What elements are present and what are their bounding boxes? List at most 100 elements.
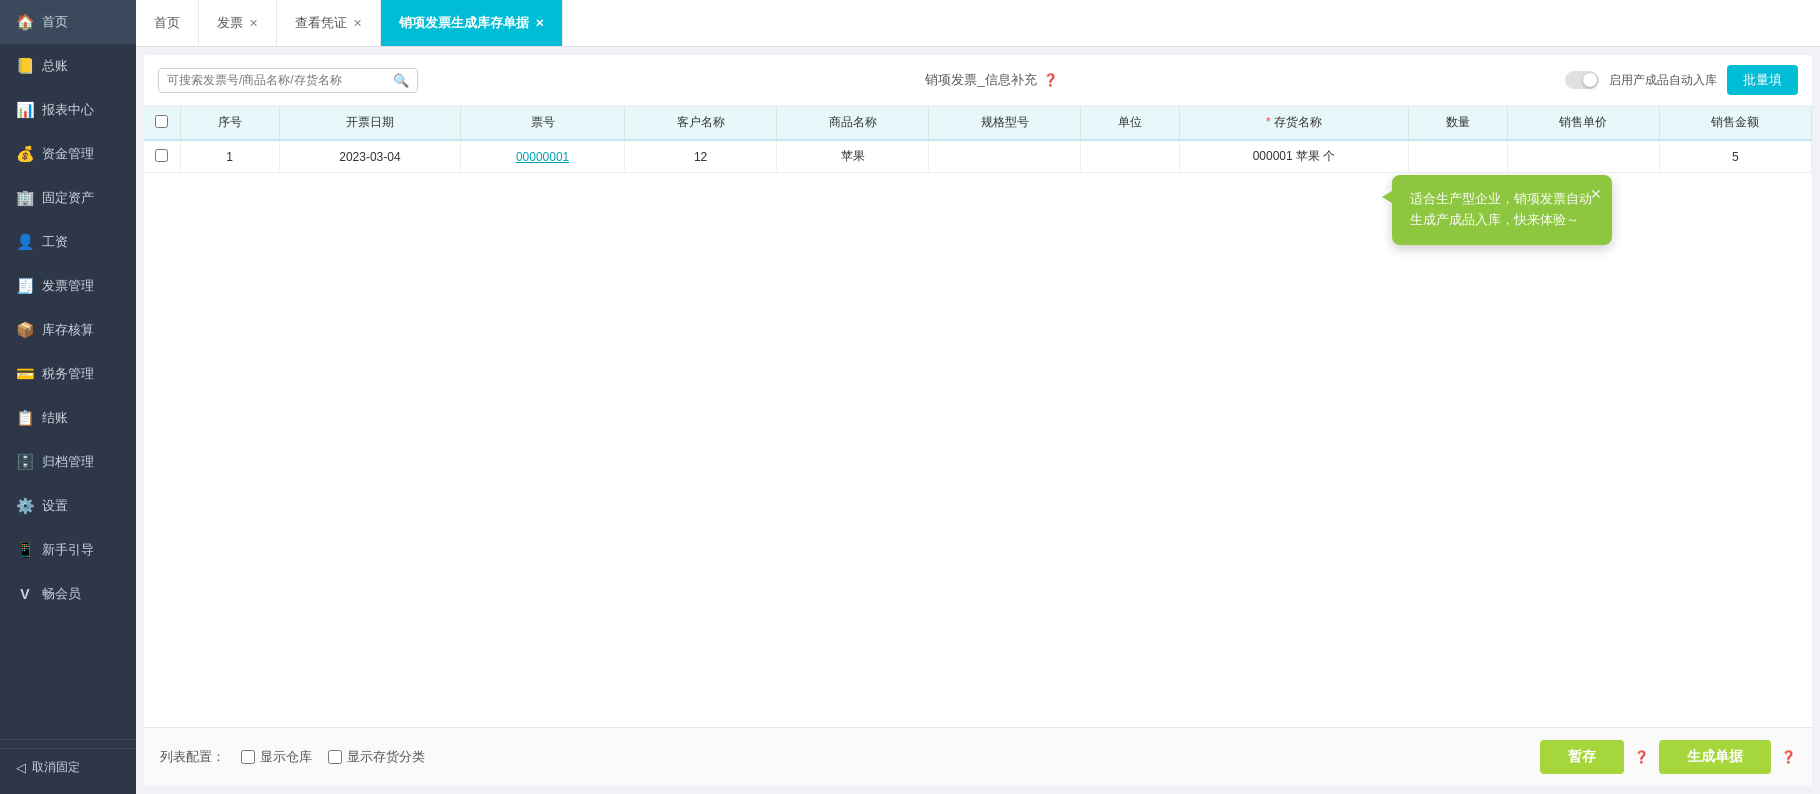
tab-view-voucher[interactable]: 查看凭证 ✕ bbox=[277, 0, 381, 46]
row-unit bbox=[1081, 140, 1180, 173]
sidebar-item-invoice-management[interactable]: 🧾 发票管理 bbox=[0, 264, 136, 308]
show-warehouse-item[interactable]: 显示仓库 bbox=[241, 748, 312, 766]
tab-view-voucher-label: 查看凭证 bbox=[295, 14, 347, 32]
save-help-icon[interactable]: ❓ bbox=[1634, 750, 1649, 764]
bottom-bar: 列表配置： 显示仓库 显示存货分类 暂存 ❓ 生成单据 ❓ bbox=[144, 727, 1812, 786]
report-icon: 📊 bbox=[16, 101, 34, 119]
sidebar-item-label: 资金管理 bbox=[42, 145, 94, 163]
payroll-icon: 👤 bbox=[16, 233, 34, 251]
row-seq: 1 bbox=[180, 140, 279, 173]
row-sales-amount: 5 bbox=[1659, 140, 1811, 173]
header-inventory-name: 存货名称 bbox=[1180, 106, 1409, 140]
archive-icon: 🗄️ bbox=[16, 453, 34, 471]
sidebar-item-new-user-guide[interactable]: 📱 新手引导 bbox=[0, 528, 136, 572]
sidebar-item-label: 工资 bbox=[42, 233, 68, 251]
header-quantity: 数量 bbox=[1408, 106, 1507, 140]
show-inventory-category-item[interactable]: 显示存货分类 bbox=[328, 748, 425, 766]
sidebar-item-fixed-assets[interactable]: 🏢 固定资产 bbox=[0, 176, 136, 220]
sidebar-item-archive-management[interactable]: 🗄️ 归档管理 bbox=[0, 440, 136, 484]
toggle-thumb bbox=[1583, 73, 1597, 87]
header-product-name: 商品名称 bbox=[777, 106, 929, 140]
home-icon: 🏠 bbox=[16, 13, 34, 31]
sidebar-item-label: 固定资产 bbox=[42, 189, 94, 207]
sidebar-item-label: 总账 bbox=[42, 57, 68, 75]
tab-home-label: 首页 bbox=[154, 14, 180, 32]
bottom-buttons: 暂存 ❓ 生成单据 ❓ bbox=[1540, 740, 1796, 774]
show-inventory-category-label: 显示存货分类 bbox=[347, 748, 425, 766]
header-spec-model: 规格型号 bbox=[929, 106, 1081, 140]
guide-icon: 📱 bbox=[16, 541, 34, 559]
search-box[interactable]: 🔍 bbox=[158, 68, 418, 93]
sidebar: 🏠 首页 📒 总账 📊 报表中心 💰 资金管理 🏢 固定资产 👤 工资 🧾 发票… bbox=[0, 0, 136, 794]
sidebar-item-fund-management[interactable]: 💰 资金管理 bbox=[0, 132, 136, 176]
sidebar-item-label: 设置 bbox=[42, 497, 68, 515]
sidebar-item-label: 发票管理 bbox=[42, 277, 94, 295]
toolbar-center: 销项发票_信息补充 ❓ bbox=[428, 71, 1555, 89]
sidebar-item-label: 首页 bbox=[42, 13, 68, 31]
sidebar-item-label: 库存核算 bbox=[42, 321, 94, 339]
table-row: 1 2023-03-04 00000001 12 苹果 000001 苹果 个 … bbox=[144, 140, 1812, 173]
settlement-icon: 📋 bbox=[16, 409, 34, 427]
select-all-checkbox[interactable] bbox=[155, 115, 168, 128]
sidebar-item-settlement[interactable]: 📋 结账 bbox=[0, 396, 136, 440]
settings-icon: ⚙️ bbox=[16, 497, 34, 515]
row-open-date: 2023-03-04 bbox=[279, 140, 461, 173]
undo-fixed-label: 取消固定 bbox=[32, 759, 80, 776]
sidebar-item-settings[interactable]: ⚙️ 设置 bbox=[0, 484, 136, 528]
header-unit: 单位 bbox=[1081, 106, 1180, 140]
sidebar-item-vip-member[interactable]: V 畅会员 bbox=[0, 572, 136, 616]
sidebar-item-label: 报表中心 bbox=[42, 101, 94, 119]
row-checkbox[interactable] bbox=[155, 149, 168, 162]
tab-invoice-close[interactable]: ✕ bbox=[249, 17, 258, 30]
sidebar-item-tax-management[interactable]: 💳 税务管理 bbox=[0, 352, 136, 396]
toolbar-row: 🔍 销项发票_信息补充 ❓ 启用产成品自动入库 批量填 bbox=[144, 55, 1812, 106]
sidebar-item-label: 畅会员 bbox=[42, 585, 81, 603]
tax-icon: 💳 bbox=[16, 365, 34, 383]
save-button[interactable]: 暂存 bbox=[1540, 740, 1624, 774]
show-warehouse-label: 显示仓库 bbox=[260, 748, 312, 766]
sidebar-item-general-ledger[interactable]: 📒 总账 bbox=[0, 44, 136, 88]
auto-warehouse-toggle[interactable] bbox=[1565, 71, 1599, 89]
header-checkbox-cell bbox=[144, 106, 180, 140]
row-checkbox-cell bbox=[144, 140, 180, 173]
row-inventory-name[interactable]: 000001 苹果 个 bbox=[1180, 140, 1409, 173]
tab-invoice[interactable]: 发票 ✕ bbox=[199, 0, 277, 46]
sidebar-item-payroll[interactable]: 👤 工资 bbox=[0, 220, 136, 264]
generate-help-icon[interactable]: ❓ bbox=[1781, 750, 1796, 764]
batch-fill-button[interactable]: 批量填 bbox=[1727, 65, 1798, 95]
show-inventory-category-checkbox[interactable] bbox=[328, 750, 342, 764]
toggle-track bbox=[1565, 71, 1599, 89]
undo-fixed-button[interactable]: ◁ 取消固定 bbox=[0, 748, 136, 786]
tab-sales-invoice[interactable]: 销项发票生成库存单据 ✕ bbox=[381, 0, 563, 46]
header-open-date: 开票日期 bbox=[279, 106, 461, 140]
info-icon[interactable]: ❓ bbox=[1043, 73, 1058, 87]
tab-view-voucher-close[interactable]: ✕ bbox=[353, 17, 362, 30]
inventory-icon: 📦 bbox=[16, 321, 34, 339]
sidebar-item-label: 结账 bbox=[42, 409, 68, 427]
generate-button[interactable]: 生成单据 bbox=[1659, 740, 1771, 774]
tab-home[interactable]: 首页 bbox=[136, 0, 199, 46]
assets-icon: 🏢 bbox=[16, 189, 34, 207]
invoice-table: 序号 开票日期 票号 客户名称 商品名称 规格型号 单位 存货名称 数量 销售单… bbox=[144, 106, 1812, 173]
tab-sales-invoice-close[interactable]: ✕ bbox=[535, 17, 544, 30]
row-product-name: 苹果 bbox=[777, 140, 929, 173]
search-input[interactable] bbox=[167, 73, 387, 87]
tooltip-close-button[interactable]: ✕ bbox=[1590, 183, 1602, 205]
vip-icon: V bbox=[16, 586, 34, 602]
content-area: 🔍 销项发票_信息补充 ❓ 启用产成品自动入库 批量填 bbox=[144, 55, 1812, 786]
toolbar-right: 启用产成品自动入库 批量填 bbox=[1565, 65, 1798, 95]
header-sales-amount: 销售金额 bbox=[1659, 106, 1811, 140]
show-warehouse-checkbox[interactable] bbox=[241, 750, 255, 764]
sidebar-item-report-center[interactable]: 📊 报表中心 bbox=[0, 88, 136, 132]
sidebar-item-label: 新手引导 bbox=[42, 541, 94, 559]
sidebar-item-inventory[interactable]: 📦 库存核算 bbox=[0, 308, 136, 352]
enable-label: 启用产成品自动入库 bbox=[1609, 72, 1717, 89]
table-header-row: 序号 开票日期 票号 客户名称 商品名称 规格型号 单位 存货名称 数量 销售单… bbox=[144, 106, 1812, 140]
tab-invoice-label: 发票 bbox=[217, 14, 243, 32]
sidebar-item-home[interactable]: 🏠 首页 bbox=[0, 0, 136, 44]
invoice-icon: 🧾 bbox=[16, 277, 34, 295]
sidebar-bottom: ◁ 取消固定 bbox=[0, 739, 136, 794]
header-ticket-no: 票号 bbox=[461, 106, 625, 140]
header-unit-price: 销售单价 bbox=[1507, 106, 1659, 140]
ticket-no-link[interactable]: 00000001 bbox=[516, 150, 569, 164]
